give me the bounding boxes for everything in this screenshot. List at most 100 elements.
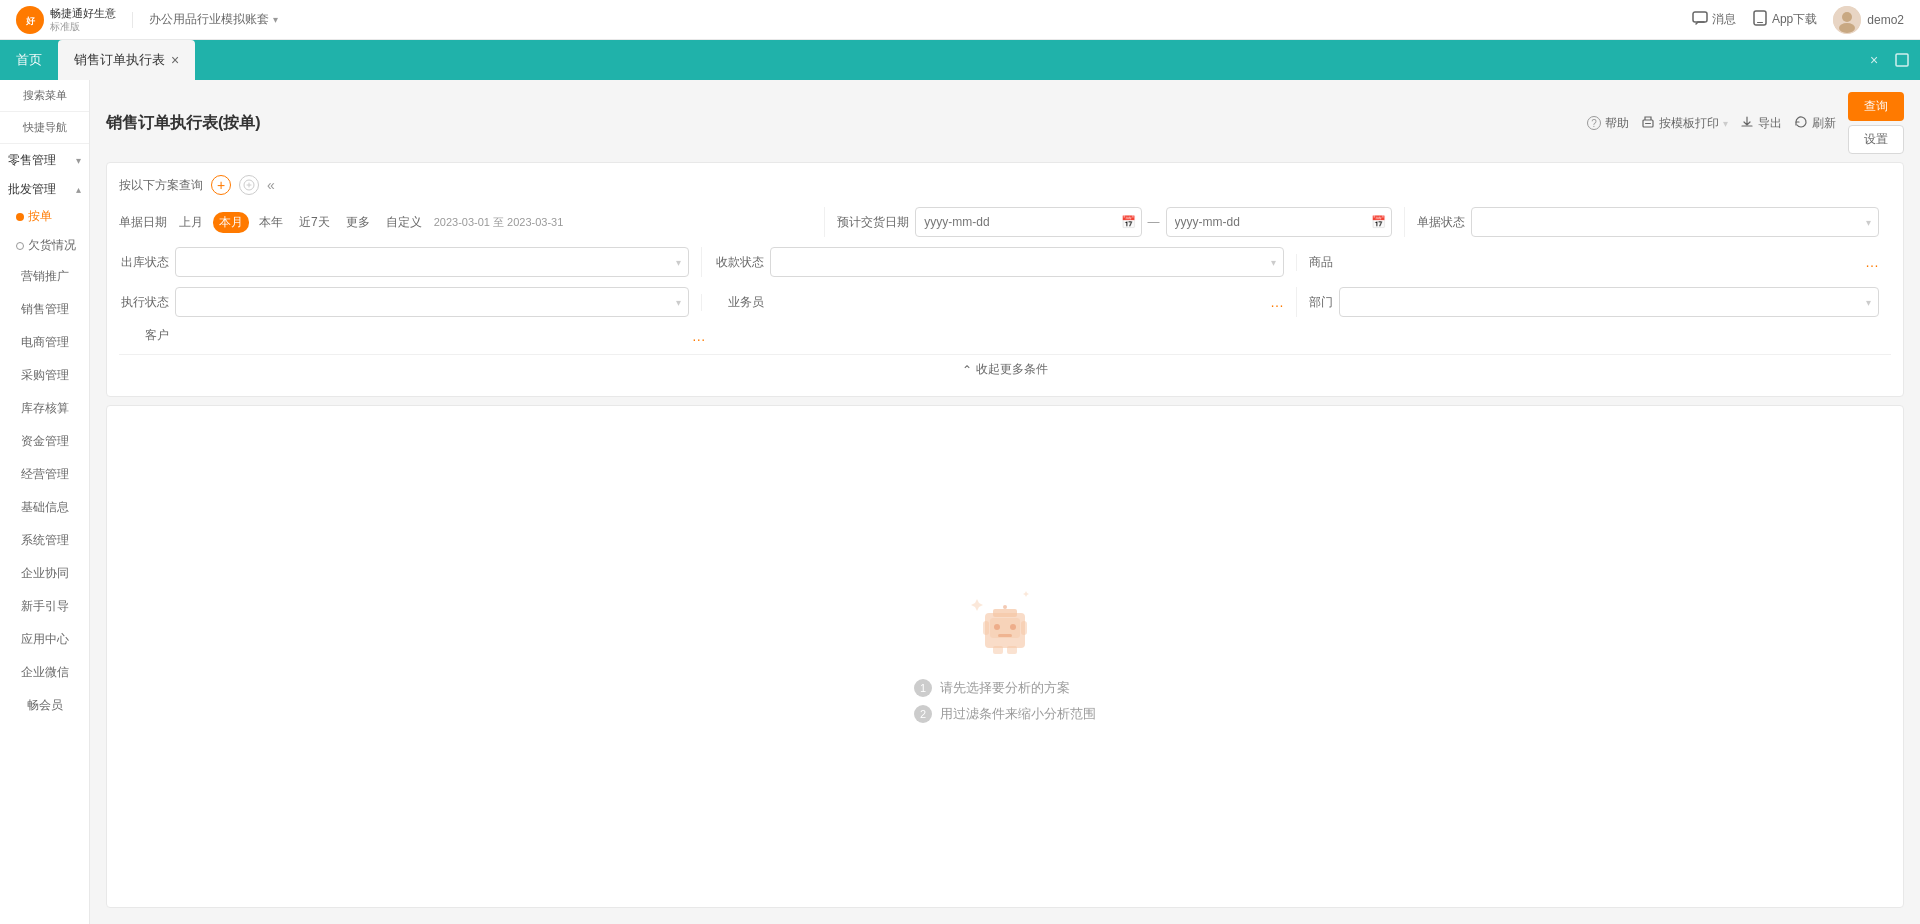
retail-arrow-icon: ▾ (76, 155, 81, 166)
collapse-bar: ⌃ 收起更多条件 (119, 354, 1891, 384)
delivery-end-input[interactable] (1166, 207, 1392, 237)
svg-rect-2 (1693, 12, 1707, 22)
sidebar-item-enterprise[interactable]: 企业协同 (0, 557, 89, 590)
sidebar-item-inventory[interactable]: 库存核算 (0, 392, 89, 425)
date-field-label: 单据日期 (119, 214, 167, 231)
tab-home[interactable]: 首页 (0, 40, 58, 80)
user-area[interactable]: demo2 (1833, 6, 1904, 34)
sidebar-item-guide[interactable]: 新手引导 (0, 590, 89, 623)
goods-label: 商品 (1309, 254, 1333, 271)
sidebar-item-system[interactable]: 系统管理 (0, 524, 89, 557)
sidebar-item-purchase[interactable]: 采购管理 (0, 359, 89, 392)
sidebar-item-ecommerce[interactable]: 电商管理 (0, 326, 89, 359)
filter-row-1: 单据日期 上月 本月 本年 近7天 更多 自定义 2023-03-01 至 20… (119, 207, 1891, 237)
close-window-icon[interactable]: × (1864, 50, 1884, 70)
app-download-action[interactable]: App下载 (1752, 10, 1817, 29)
filter-order-status: 单据状态 ▾ (1404, 207, 1891, 237)
export-btn[interactable]: 导出 (1740, 115, 1782, 132)
delivery-start-input[interactable] (915, 207, 1141, 237)
sidebar-item-enterprise-wechat[interactable]: 企业微信 (0, 656, 89, 689)
sidebar-group-retail: 零售管理 ▾ (0, 144, 89, 173)
sidebar-group-wholesale: 批发管理 ▴ 按单 欠货情况 (0, 173, 89, 260)
search-btn[interactable]: 查询 (1848, 92, 1904, 121)
goods-more-icon[interactable]: … (1865, 254, 1879, 270)
sidebar-item-by-order[interactable]: 按单 (0, 202, 89, 231)
empty-illustration (965, 583, 1045, 663)
print-btn[interactable]: 按模板打印 ▾ (1641, 115, 1728, 132)
collection-status-wrap: ▾ (770, 247, 1284, 277)
app-title[interactable]: 办公用品行业模拟账套 ▾ (149, 11, 278, 28)
filter-scheme-header: 按以下方案查询 + « (119, 175, 1891, 195)
svg-point-14 (994, 624, 1000, 630)
department-select[interactable] (1339, 287, 1879, 317)
message-icon (1692, 10, 1708, 29)
help-btn[interactable]: ? 帮助 (1587, 115, 1629, 132)
order-status-select[interactable] (1471, 207, 1879, 237)
delivery-status-select[interactable] (175, 247, 689, 277)
topbar-divider (132, 12, 133, 28)
date-tab-custom[interactable]: 自定义 (380, 212, 428, 233)
collapse-btn[interactable]: ⌃ 收起更多条件 (962, 361, 1048, 378)
sidebar-group-wholesale-title[interactable]: 批发管理 ▴ (0, 173, 89, 202)
customer-more-icon[interactable]: … (692, 328, 706, 344)
sidebar-item-operations[interactable]: 经营管理 (0, 458, 89, 491)
maximize-window-icon[interactable] (1892, 50, 1912, 70)
settings-btn[interactable]: 设置 (1848, 125, 1904, 154)
collection-status-select[interactable] (770, 247, 1284, 277)
filter-customer: 客户 … (119, 327, 718, 344)
date-tab-more[interactable]: 更多 (340, 212, 376, 233)
svg-point-7 (1839, 23, 1855, 33)
print-arrow-icon: ▾ (1723, 118, 1728, 129)
sidebar-group-retail-title[interactable]: 零售管理 ▾ (0, 144, 89, 173)
step-2-num: 2 (914, 705, 932, 723)
sidebar-search[interactable]: 搜索菜单 (0, 80, 89, 112)
message-action[interactable]: 消息 (1692, 10, 1736, 29)
svg-rect-17 (993, 609, 1017, 617)
help-icon: ? (1587, 116, 1601, 130)
sidebar-item-sales[interactable]: 销售管理 (0, 293, 89, 326)
header-actions: ? 帮助 按模板打印 ▾ 导出 (1587, 92, 1904, 154)
svg-text:好: 好 (25, 16, 36, 26)
svg-rect-10 (1645, 123, 1651, 124)
scheme-collapse-btn[interactable]: « (267, 177, 275, 193)
refresh-btn[interactable]: 刷新 (1794, 115, 1836, 132)
scheme-add-btn[interactable]: + (211, 175, 231, 195)
filter-delivery-date: 预计交货日期 📅 — 📅 (824, 207, 1404, 237)
sidebar-item-finance[interactable]: 资金管理 (0, 425, 89, 458)
order-status-label: 单据状态 (1417, 214, 1465, 231)
order-status-select-wrap: ▾ (1471, 207, 1879, 237)
collapse-icon: ⌃ (962, 363, 972, 377)
main-layout: 搜索菜单 快捷导航 零售管理 ▾ 批发管理 ▴ 按单 欠货情况 (0, 80, 1920, 924)
sidebar-quick-nav[interactable]: 快捷导航 (0, 112, 89, 144)
scheme-edit-btn[interactable] (239, 175, 259, 195)
content-area: 销售订单执行表(按单) ? 帮助 按模板打印 ▾ 导出 (90, 80, 1920, 924)
date-tab-last-month[interactable]: 上月 (173, 212, 209, 233)
date-tab-this-month[interactable]: 本月 (213, 212, 249, 233)
search-settings-btns: 查询 设置 (1848, 92, 1904, 154)
sidebar-item-app-center[interactable]: 应用中心 (0, 623, 89, 656)
sidebar-item-basics[interactable]: 基础信息 (0, 491, 89, 524)
execution-status-select[interactable] (175, 287, 689, 317)
delivery-date-label: 预计交货日期 (837, 214, 909, 231)
active-indicator (16, 213, 24, 221)
department-label: 部门 (1309, 294, 1333, 311)
empty-steps: 1 请先选择要分析的方案 2 用过滤条件来缩小分析范围 (914, 679, 1096, 731)
tab-close-icon[interactable]: × (171, 52, 179, 68)
delivery-date-start: 📅 (915, 207, 1141, 237)
sidebar-item-member[interactable]: 畅会员 (0, 689, 89, 722)
date-tabs: 上月 本月 本年 近7天 更多 自定义 (173, 212, 428, 233)
salesperson-more-icon[interactable]: … (1270, 294, 1284, 310)
filter-date-field: 单据日期 上月 本月 本年 近7天 更多 自定义 2023-03-01 至 20… (119, 212, 824, 233)
sidebar-item-backorder[interactable]: 欠货情况 (0, 231, 89, 260)
date-tab-7days[interactable]: 近7天 (293, 212, 336, 233)
filter-execution-status: 执行状态 ▾ (119, 287, 701, 317)
date-tab-this-year[interactable]: 本年 (253, 212, 289, 233)
empty-step-1: 1 请先选择要分析的方案 (914, 679, 1096, 697)
topbar-left: 好 畅捷通好生意 标准版 办公用品行业模拟账套 ▾ (16, 6, 278, 34)
filter-row-3: 执行状态 ▾ 业务员 … 部门 (119, 287, 1891, 317)
sidebar-item-marketing[interactable]: 营销推广 (0, 260, 89, 293)
filter-delivery-status: 出库状态 ▾ (119, 247, 701, 277)
tab-sales-order[interactable]: 销售订单执行表 × (58, 40, 195, 80)
refresh-icon (1794, 115, 1808, 132)
svg-rect-8 (1896, 54, 1908, 66)
